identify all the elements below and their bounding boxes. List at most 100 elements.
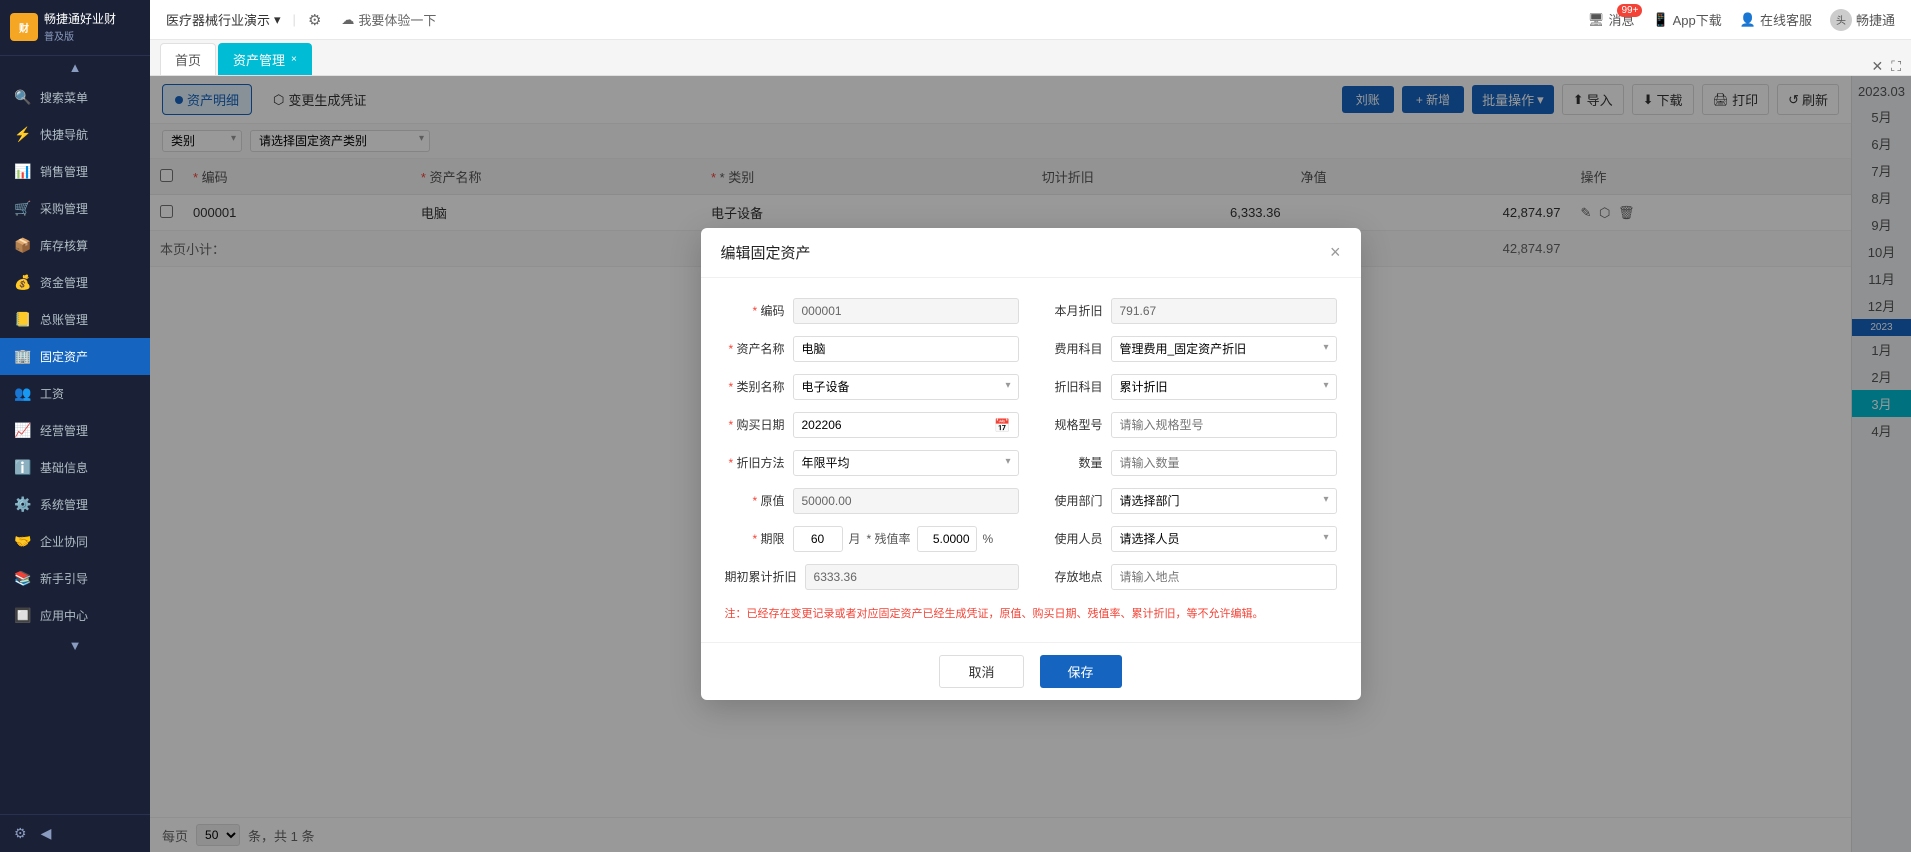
sidebar-scroll-down[interactable]: ▼	[0, 634, 150, 657]
sidebar-label-search: 搜索菜单	[40, 89, 88, 106]
purchase-date-input[interactable]	[793, 412, 1019, 438]
sidebar-label-sales: 销售管理	[40, 163, 88, 180]
system-icon: ⚙️	[14, 496, 32, 513]
sidebar-item-payroll[interactable]: 👥 工资	[0, 375, 150, 412]
message-btn[interactable]: 🖥 消息 99+	[1588, 10, 1635, 29]
dep-subject-select[interactable]: 累计折旧	[1111, 374, 1337, 400]
ledger-icon: 📒	[14, 311, 32, 328]
spec-input[interactable]	[1111, 412, 1337, 438]
user-btn[interactable]: 头 畅捷通	[1830, 9, 1895, 31]
original-value-input[interactable]	[793, 488, 1019, 514]
app-download-btn[interactable]: 📱 App下载	[1652, 10, 1721, 29]
sidebar-item-basic-info[interactable]: ℹ️ 基础信息	[0, 449, 150, 486]
project-selector[interactable]: 医疗器械行业演示 ▾	[166, 10, 281, 29]
cloud-icon: ☁	[341, 12, 354, 28]
experience-label: 我要体验一下	[358, 10, 436, 29]
sidebar: 财 畅捷通好业财 普及版 ▲ 🔍 搜索菜单 ⚡ 快捷导航 📊 销售管理 🛒 采购…	[0, 0, 150, 852]
sidebar-item-system[interactable]: ⚙️ 系统管理	[0, 486, 150, 523]
content-area: 资产明细 ⬡ 变更生成凭证 刘账 + 新增 批量操作 ▾ ⬆ 导入	[150, 76, 1911, 852]
period-unit: 月	[849, 530, 861, 547]
sidebar-label-purchase: 采购管理	[40, 200, 88, 217]
modal-note: 注：已经存在变更记录或者对应固定资产已经生成凭证，原值、购买日期、残值率、累计折…	[725, 606, 1337, 623]
collapse-icon[interactable]: ◀	[41, 825, 52, 842]
form-row-spec: 规格型号	[1043, 412, 1337, 438]
inventory-icon: 📦	[14, 237, 32, 254]
edit-asset-modal: 编辑固定资产 × 编码	[701, 228, 1361, 701]
service-icon: 👤	[1740, 12, 1756, 28]
residual-rate-input[interactable]	[917, 526, 977, 552]
initial-dep-input[interactable]	[805, 564, 1019, 590]
sidebar-label-enterprise: 企业协同	[40, 533, 88, 550]
sidebar-item-tutorial[interactable]: 📚 新手引导	[0, 560, 150, 597]
experience-btn[interactable]: ☁ 我要体验一下	[341, 10, 436, 29]
topbar-settings-icon[interactable]: ⚙	[308, 11, 321, 29]
expense-subject-select[interactable]: 管理费用_固定资产折旧	[1111, 336, 1337, 362]
sidebar-item-search[interactable]: 🔍 搜索菜单	[0, 79, 150, 116]
form-row-original-value: 原值	[725, 488, 1019, 514]
form-row-this-month-dep: 本月折旧	[1043, 298, 1337, 324]
department-label: 使用部门	[1043, 492, 1103, 509]
form-row-period: 期限 月 * 残值率 %	[725, 526, 1019, 552]
sidebar-item-inventory[interactable]: 📦 库存核算	[0, 227, 150, 264]
location-label: 存放地点	[1043, 568, 1103, 585]
personnel-select[interactable]: 请选择人员	[1111, 526, 1337, 552]
sidebar-item-finance[interactable]: 💰 资金管理	[0, 264, 150, 301]
app-edition: 普及版	[44, 28, 116, 43]
tab-expand-btn[interactable]: ⛶	[1891, 58, 1901, 75]
sidebar-item-purchase[interactable]: 🛒 采购管理	[0, 190, 150, 227]
dep-method-select[interactable]: 年限平均	[793, 450, 1019, 476]
department-select-wrap: 请选择部门	[1111, 488, 1337, 514]
modal-close-btn[interactable]: ×	[1330, 242, 1341, 263]
modal-title: 编辑固定资产	[721, 242, 811, 263]
period-fields: 月 * 残值率 %	[793, 526, 1019, 552]
sidebar-footer: ⚙ ◀	[0, 814, 150, 852]
message-icon: 🖥	[1588, 12, 1605, 28]
asset-name-input[interactable]	[793, 336, 1019, 362]
sidebar-scroll-up[interactable]: ▲	[0, 56, 150, 79]
sidebar-item-ledger[interactable]: 📒 总账管理	[0, 301, 150, 338]
code-input[interactable]	[793, 298, 1019, 324]
modal-overlay: 编辑固定资产 × 编码	[150, 76, 1911, 852]
sidebar-label-ledger: 总账管理	[40, 311, 88, 328]
spec-label: 规格型号	[1043, 416, 1103, 433]
form-row-quantity: 数量	[1043, 450, 1337, 476]
quantity-input[interactable]	[1111, 450, 1337, 476]
modal-header: 编辑固定资产 ×	[701, 228, 1361, 278]
sidebar-item-sales[interactable]: 📊 销售管理	[0, 153, 150, 190]
this-month-dep-input[interactable]	[1111, 298, 1337, 324]
period-input[interactable]	[793, 526, 843, 552]
form-row-purchase-date: 购买日期 📅	[725, 412, 1019, 438]
save-button[interactable]: 保存	[1040, 655, 1122, 688]
sidebar-item-operations[interactable]: 📈 经营管理	[0, 412, 150, 449]
sidebar-item-quick-nav[interactable]: ⚡ 快捷导航	[0, 116, 150, 153]
tab-asset-management[interactable]: 资产管理 ×	[218, 43, 312, 75]
tab-home[interactable]: 首页	[160, 43, 216, 75]
sidebar-label-inventory: 库存核算	[40, 237, 88, 254]
tab-close-window-btn[interactable]: ✕	[1871, 58, 1883, 75]
logo-icon: 财	[10, 13, 38, 41]
sidebar-label-app-center: 应用中心	[40, 607, 88, 624]
basic-info-icon: ℹ️	[14, 459, 32, 476]
settings-icon[interactable]: ⚙	[14, 825, 27, 842]
tab-close-icon[interactable]: ×	[291, 54, 297, 65]
location-input[interactable]	[1111, 564, 1337, 590]
category-label: 类别名称	[725, 378, 785, 395]
code-label: 编码	[725, 302, 785, 319]
online-service-btn[interactable]: 👤 在线客服	[1740, 10, 1812, 29]
sidebar-item-app-center[interactable]: 🔲 应用中心	[0, 597, 150, 634]
payroll-icon: 👥	[14, 385, 32, 402]
period-label: 期限	[725, 530, 785, 547]
pct-symbol: %	[983, 532, 994, 546]
tabbar: 首页 资产管理 × ✕ ⛶	[150, 40, 1911, 76]
finance-icon: 💰	[14, 274, 32, 291]
dep-subject-select-wrap: 累计折旧	[1111, 374, 1337, 400]
sidebar-item-fixed-assets[interactable]: 🏢 固定资产	[0, 338, 150, 375]
main-area: 医疗器械行业演示 ▾ | ⚙ ☁ 我要体验一下 🖥 消息 99+ 📱 App下载…	[150, 0, 1911, 852]
cancel-button[interactable]: 取消	[939, 655, 1023, 688]
topbar-right: 🖥 消息 99+ 📱 App下载 👤 在线客服 头 畅捷通	[1588, 9, 1895, 31]
user-name: 畅捷通	[1856, 10, 1895, 29]
category-select[interactable]: 电子设备	[793, 374, 1019, 400]
form-row-expense-subject: 费用科目 管理费用_固定资产折旧	[1043, 336, 1337, 362]
sidebar-item-enterprise[interactable]: 🤝 企业协同	[0, 523, 150, 560]
department-select[interactable]: 请选择部门	[1111, 488, 1337, 514]
